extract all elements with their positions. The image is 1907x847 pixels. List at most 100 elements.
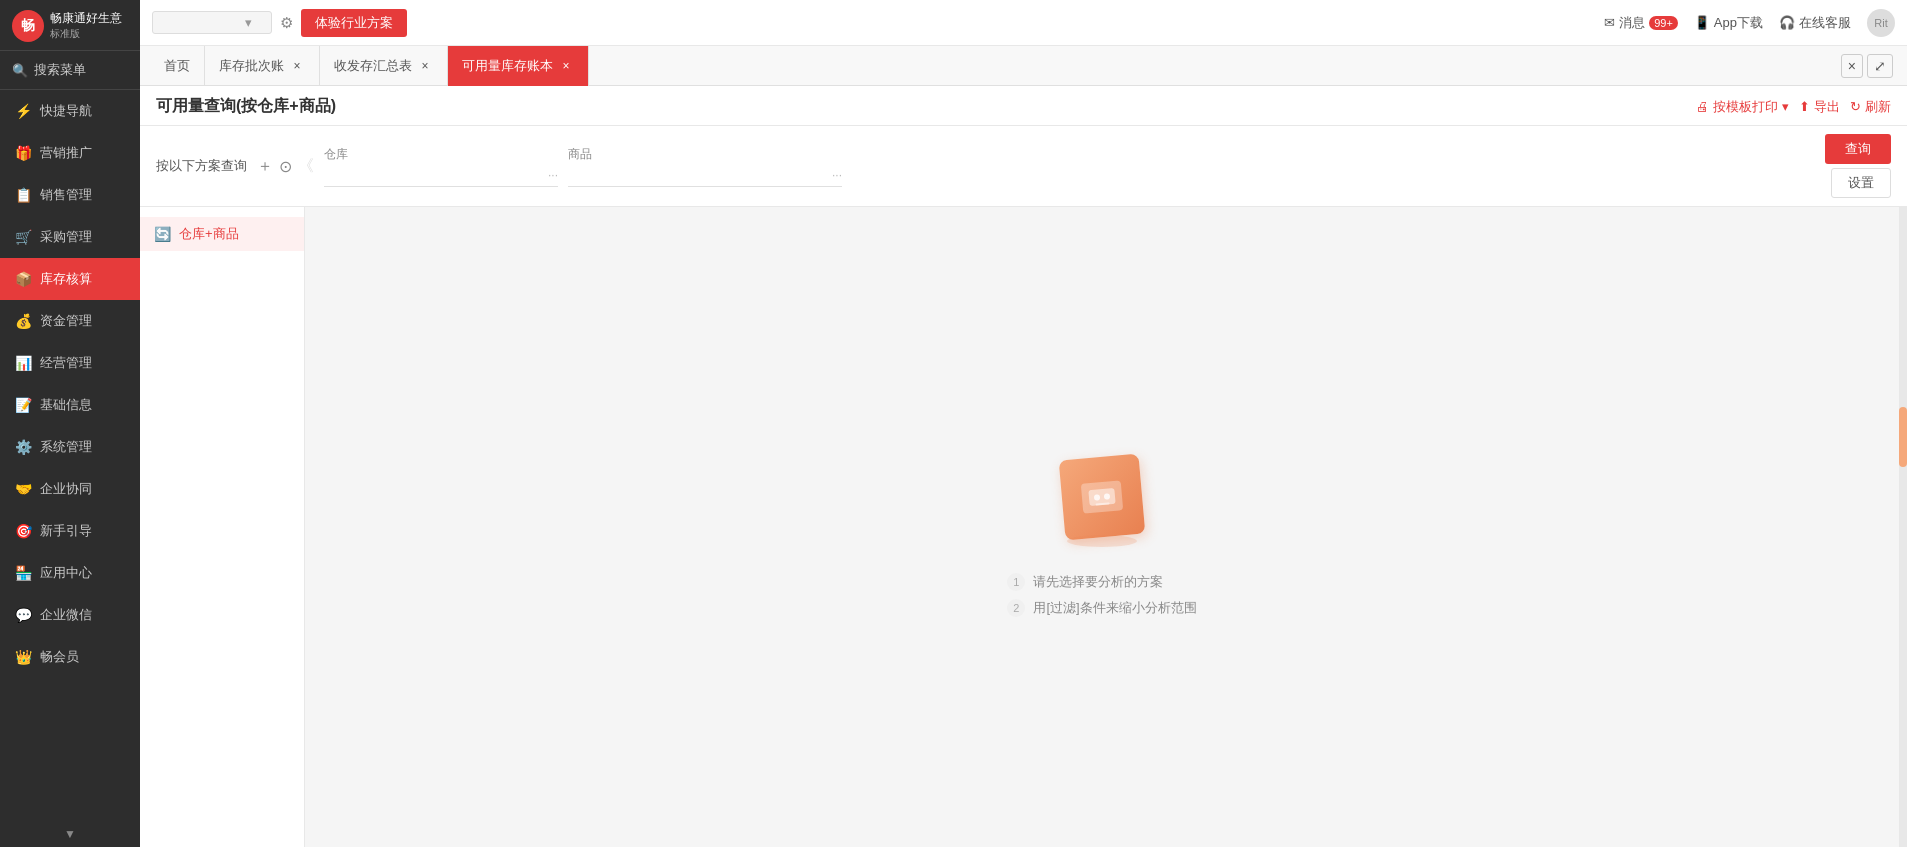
scroll-down-icon[interactable]: ▼: [64, 827, 76, 841]
tab-batch-ledger-close[interactable]: ×: [289, 58, 305, 74]
tab-available-qty[interactable]: 可用量库存账本 ×: [448, 46, 589, 86]
tab-available-qty-label: 可用量库存账本: [462, 57, 553, 75]
sidebar-item-inventory[interactable]: 📦 库存核算: [0, 258, 140, 300]
app-badge: 标准版: [50, 27, 122, 41]
hint-num-2: 2: [1007, 599, 1025, 617]
tabs-right-btns: × ⤢: [1841, 54, 1897, 78]
product-more-btn[interactable]: ···: [832, 168, 842, 182]
operations-icon: 📊: [14, 354, 32, 372]
app-download-label: App下载: [1714, 14, 1763, 32]
empty-illustration: [1042, 437, 1162, 557]
sidebar-item-newuser[interactable]: 🎯 新手引导: [0, 510, 140, 552]
scheme-item-warehouse-product[interactable]: 🔄 仓库+商品: [140, 217, 304, 251]
empty-hint-1: 1 请先选择要分析的方案: [1007, 573, 1196, 591]
export-btn[interactable]: ⬆ 导出: [1799, 98, 1840, 116]
appcenter-icon: 🏪: [14, 564, 32, 582]
message-label: 消息: [1619, 14, 1645, 32]
tab-home[interactable]: 首页: [150, 46, 205, 86]
sidebar-item-enterprise[interactable]: 🤝 企业协同: [0, 468, 140, 510]
tab-storage-summary-close[interactable]: ×: [417, 58, 433, 74]
main-area: ▾ ⚙ 体验行业方案 ✉ 消息 99+ 📱 App下载 🎧 在线客服: [140, 0, 1907, 847]
scheme-settings-btn[interactable]: ⊙: [279, 157, 292, 176]
sidebar-item-quick-nav[interactable]: ⚡ 快捷导航: [0, 90, 140, 132]
tab-close-btn[interactable]: ×: [1841, 54, 1863, 78]
online-service-label: 在线客服: [1799, 14, 1851, 32]
headset-icon: 🎧: [1779, 15, 1795, 30]
refresh-btn[interactable]: ↻ 刷新: [1850, 98, 1891, 116]
search-wrap: ▾: [152, 11, 272, 34]
sidebar-search[interactable]: 🔍 搜索菜单: [0, 51, 140, 90]
sidebar-header: 畅 畅康通好生意 标准版: [0, 0, 140, 51]
sidebar-item-operations[interactable]: 📊 经营管理: [0, 342, 140, 384]
top-bar-actions: ✉ 消息 99+ 📱 App下载 🎧 在线客服 Rit: [1604, 9, 1895, 37]
refresh-label: 刷新: [1865, 98, 1891, 116]
inventory-icon: 📦: [14, 270, 32, 288]
print-label: 按模板打印: [1713, 98, 1778, 116]
sidebar-item-sales[interactable]: 📋 销售管理: [0, 174, 140, 216]
sidebar-item-basic[interactable]: 📝 基础信息: [0, 384, 140, 426]
nav-label: 企业协同: [40, 480, 92, 498]
tab-available-qty-close[interactable]: ×: [558, 58, 574, 74]
tabs-bar: 首页 库存批次账 × 收发存汇总表 × 可用量库存账本 × × ⤢: [140, 46, 1907, 86]
nav-label: 采购管理: [40, 228, 92, 246]
scheme-icon: 🔄: [154, 226, 171, 242]
sidebar-scroll-down[interactable]: ▼: [0, 821, 140, 847]
nav-label: 库存核算: [40, 270, 92, 288]
sidebar-item-appcenter[interactable]: 🏪 应用中心: [0, 552, 140, 594]
filter-label: 按以下方案查询: [156, 157, 247, 175]
online-service-action[interactable]: 🎧 在线客服: [1779, 14, 1851, 32]
filter-settings-button[interactable]: 设置: [1831, 168, 1891, 198]
tab-storage-summary[interactable]: 收发存汇总表 ×: [320, 46, 448, 86]
dropdown-icon[interactable]: ▾: [245, 15, 252, 30]
sidebar-item-system[interactable]: ⚙️ 系统管理: [0, 426, 140, 468]
tab-expand-btn[interactable]: ⤢: [1867, 54, 1893, 78]
sidebar-item-marketing[interactable]: 🎁 营销推广: [0, 132, 140, 174]
message-badge: 99+: [1649, 16, 1678, 30]
industry-btn[interactable]: 体验行业方案: [301, 9, 407, 37]
app-name: 畅康通好生意: [50, 11, 122, 27]
empty-hint-2: 2 用[过滤]条件来缩小分析范围: [1007, 599, 1196, 617]
page-title-row: 可用量查询(按仓库+商品) 🖨 按模板打印 ▾ ⬆ 导出 ↻ 刷新: [156, 96, 1891, 125]
sidebar-item-member[interactable]: 👑 畅会员: [0, 636, 140, 678]
tab-home-label: 首页: [164, 57, 190, 75]
empty-box: [1059, 454, 1146, 541]
sidebar-item-purchase[interactable]: 🛒 采购管理: [0, 216, 140, 258]
search-icon: 🔍: [12, 63, 28, 78]
warehouse-input[interactable]: [324, 168, 544, 183]
nav-label: 畅会员: [40, 648, 79, 666]
nav-label: 新手引导: [40, 522, 92, 540]
sales-icon: 📋: [14, 186, 32, 204]
user-avatar[interactable]: Rit: [1867, 9, 1895, 37]
gear-icon[interactable]: ⚙: [280, 14, 293, 32]
message-action[interactable]: ✉ 消息 99+: [1604, 14, 1678, 32]
hint-num-1: 1: [1007, 573, 1025, 591]
product-field: 商品 ···: [568, 146, 842, 187]
page-title: 可用量查询(按仓库+商品): [156, 96, 336, 117]
filter-scheme-actions: ＋ ⊙ 《: [257, 156, 314, 177]
sidebar-item-wechat[interactable]: 💬 企业微信: [0, 594, 140, 636]
action-btns-wrap: 查询 设置: [1825, 134, 1891, 198]
tab-storage-summary-label: 收发存汇总表: [334, 57, 412, 75]
user-name: Rit: [1874, 17, 1887, 29]
warehouse-more-btn[interactable]: ···: [548, 168, 558, 182]
tab-batch-ledger[interactable]: 库存批次账 ×: [205, 46, 320, 86]
product-label: 商品: [568, 146, 842, 163]
warehouse-input-wrap: ···: [324, 165, 558, 187]
add-scheme-btn[interactable]: ＋: [257, 156, 273, 177]
purchase-icon: 🛒: [14, 228, 32, 246]
product-input[interactable]: [568, 168, 828, 183]
app-download-action[interactable]: 📱 App下载: [1694, 14, 1763, 32]
empty-state: 1 请先选择要分析的方案 2 用[过滤]条件来缩小分析范围: [1007, 437, 1196, 617]
query-button[interactable]: 查询: [1825, 134, 1891, 164]
page-header-actions: 🖨 按模板打印 ▾ ⬆ 导出 ↻ 刷新: [1696, 98, 1891, 116]
warehouse-label: 仓库: [324, 146, 558, 163]
sidebar-item-finance[interactable]: 💰 资金管理: [0, 300, 140, 342]
scrollbar-thumb[interactable]: [1899, 407, 1907, 467]
nav-label: 企业微信: [40, 606, 92, 624]
tab-batch-ledger-label: 库存批次账: [219, 57, 284, 75]
phone-icon: 📱: [1694, 15, 1710, 30]
print-icon: 🖨: [1696, 99, 1709, 114]
filter-area: 按以下方案查询 ＋ ⊙ 《 仓库 ··· 商品: [140, 126, 1907, 207]
print-btn[interactable]: 🖨 按模板打印 ▾: [1696, 98, 1789, 116]
top-search-input[interactable]: [161, 16, 241, 30]
